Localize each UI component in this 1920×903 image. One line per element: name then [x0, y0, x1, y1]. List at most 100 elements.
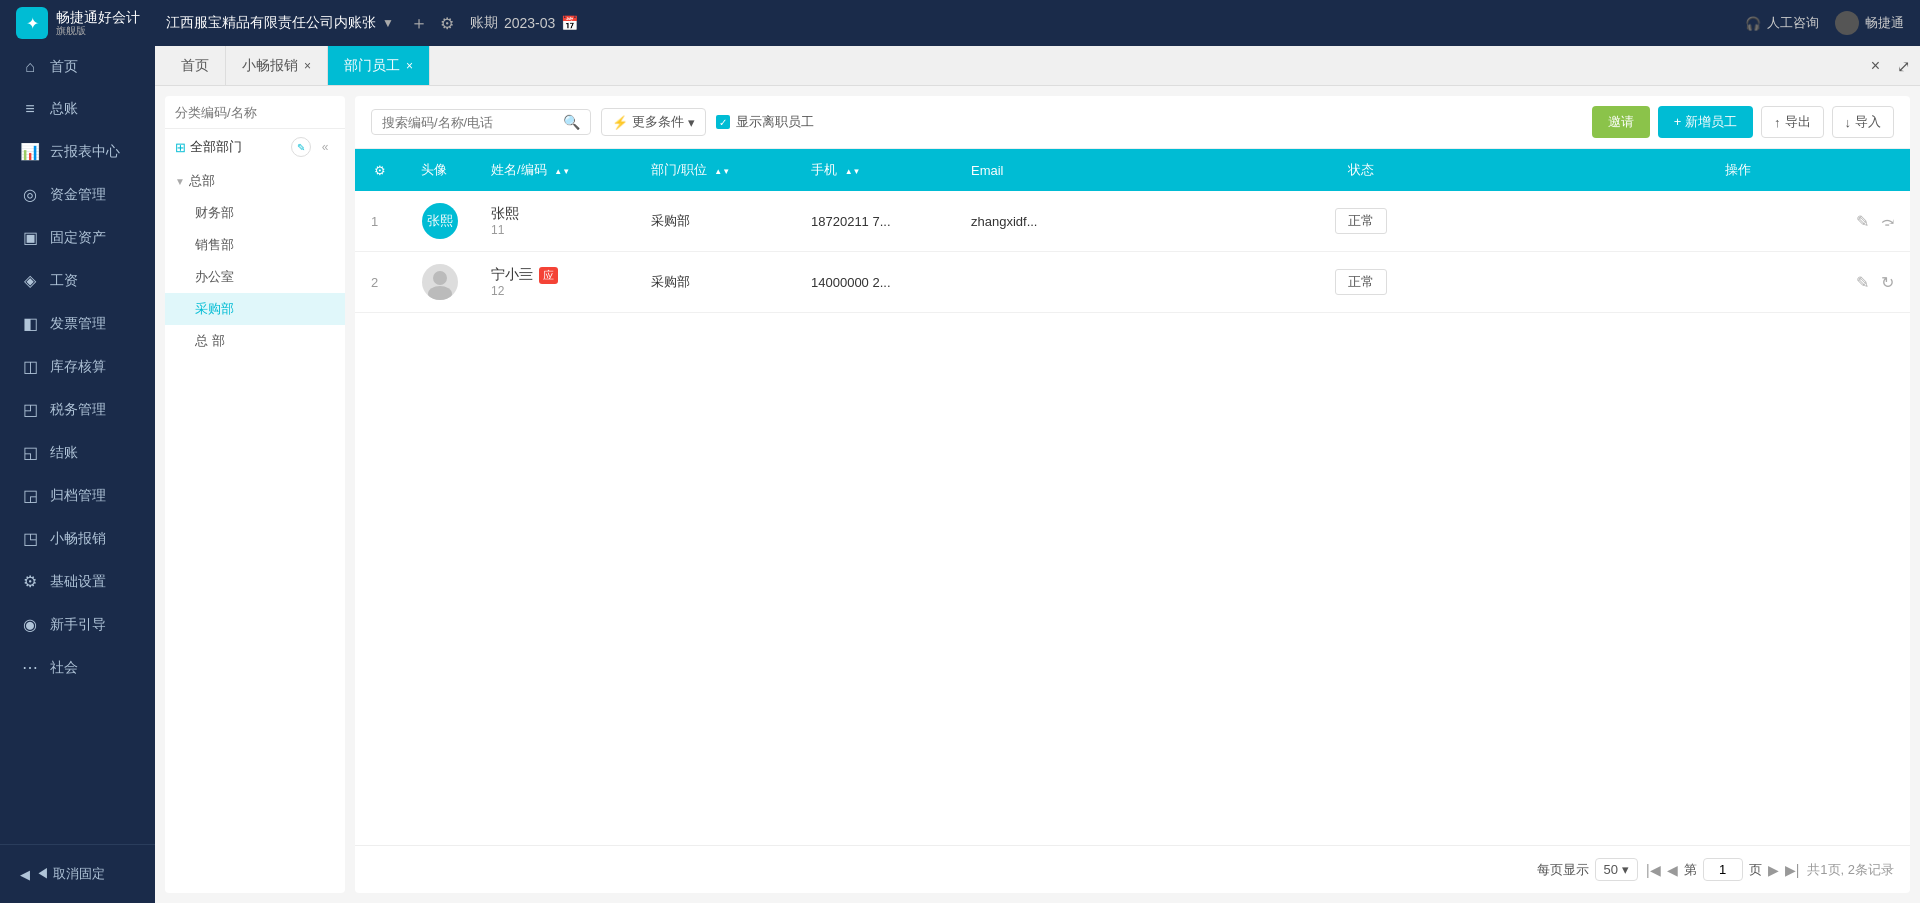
- sidebar-item-payroll[interactable]: ◈ 工资: [0, 259, 155, 302]
- row2-edit-icon[interactable]: ✎: [1856, 273, 1869, 292]
- sidebar-label-invoice: 发票管理: [50, 315, 106, 333]
- row2-actions-group: ✎ ↻: [1583, 273, 1894, 292]
- per-page-label: 每页显示: [1537, 861, 1589, 879]
- page-number-input[interactable]: [1703, 858, 1743, 881]
- col-dept[interactable]: 部门/职位 ▲▼: [635, 149, 795, 191]
- col-settings[interactable]: ⚙: [355, 149, 405, 191]
- next-page-btn[interactable]: ▶: [1768, 862, 1779, 878]
- import-label: 导入: [1855, 113, 1881, 131]
- company-selector[interactable]: 江西服宝精品有限责任公司内账张 ▼: [166, 14, 394, 32]
- dept-node-xiaoshou[interactable]: 销售部: [165, 229, 345, 261]
- dept-tree: ▼ 总部 财务部 销售部 办公室 采购部: [165, 165, 345, 365]
- last-page-btn[interactable]: ▶|: [1785, 862, 1800, 878]
- first-page-btn[interactable]: |◀: [1646, 862, 1661, 878]
- sidebar-item-expense[interactable]: ◳ 小畅报销: [0, 517, 155, 560]
- more-icon: ⋯: [20, 658, 40, 677]
- dept-search-input[interactable]: [175, 105, 343, 120]
- filter-icon: ⚡: [612, 115, 628, 130]
- sidebar-item-tax[interactable]: ◰ 税务管理: [0, 388, 155, 431]
- sidebar-item-invoice[interactable]: ◧ 发票管理: [0, 302, 155, 345]
- sidebar-label-tax: 税务管理: [50, 401, 106, 419]
- prev-page-btn[interactable]: ◀: [1667, 862, 1678, 878]
- svg-point-1: [428, 286, 452, 300]
- ledger-icon: ≡: [20, 100, 40, 118]
- invite-button[interactable]: 邀请: [1592, 106, 1650, 138]
- col-name[interactable]: 姓名/编码 ▲▼: [475, 149, 635, 191]
- dept-collapse-btn[interactable]: «: [315, 137, 335, 157]
- row1-name-group: 张熙 11: [491, 205, 619, 237]
- per-page-dropdown[interactable]: 50 ▾: [1595, 858, 1638, 881]
- table-row: 1 张熙 张熙 11 采购部: [355, 191, 1910, 252]
- sidebar-label-checkout: 结账: [50, 444, 78, 462]
- sidebar-item-archive[interactable]: ◲ 归档管理: [0, 474, 155, 517]
- show-resign-toggle[interactable]: ✓ 显示离职员工: [716, 113, 814, 131]
- all-dept-label: 全部部门: [190, 138, 242, 156]
- employee-search-icon[interactable]: 🔍: [563, 114, 580, 130]
- dept-edit-btn[interactable]: ✎: [291, 137, 311, 157]
- employee-search-input[interactable]: [382, 115, 557, 130]
- window-close-button[interactable]: ×: [1871, 57, 1880, 75]
- row1-logout-icon[interactable]: ⤼: [1881, 212, 1894, 231]
- topbar: ✦ 畅捷通好会计 旗舰版 江西服宝精品有限责任公司内账张 ▼ ＋ ⚙ 账期 20…: [0, 0, 1920, 46]
- row1-num: 1: [355, 191, 405, 252]
- support-button[interactable]: 🎧 人工咨询: [1745, 14, 1819, 32]
- sidebar-item-checkout[interactable]: ◱ 结账: [0, 431, 155, 474]
- logo-text-group: 畅捷通好会计 旗舰版: [56, 9, 140, 38]
- table-header: ⚙ 头像 姓名/编码 ▲▼ 部门/职位 ▲▼: [355, 149, 1910, 191]
- sidebar-item-reports[interactable]: 📊 云报表中心: [0, 130, 155, 173]
- sidebar-item-settings[interactable]: ⚙ 基础设置: [0, 560, 155, 603]
- export-label: 导出: [1785, 113, 1811, 131]
- sidebar-item-fixed-assets[interactable]: ▣ 固定资产: [0, 216, 155, 259]
- sidebar-item-more[interactable]: ⋯ 社会: [0, 646, 155, 689]
- row1-edit-icon[interactable]: ✎: [1856, 212, 1869, 231]
- more-filter-button[interactable]: ⚡ 更多条件 ▾: [601, 108, 706, 136]
- settings-icon[interactable]: ⚙: [440, 14, 454, 33]
- row2-status: 正常: [1155, 252, 1567, 313]
- dept-label-bangong: 办公室: [195, 269, 234, 284]
- sidebar-item-general-ledger[interactable]: ≡ 总账: [0, 88, 155, 130]
- col-phone[interactable]: 手机 ▲▼: [795, 149, 955, 191]
- tax-icon: ◰: [20, 400, 40, 419]
- row2-refresh-icon[interactable]: ↻: [1881, 273, 1894, 292]
- app-sub: 旗舰版: [56, 25, 140, 37]
- add-account-button[interactable]: ＋: [410, 11, 428, 35]
- app-name: 畅捷通好会计: [56, 9, 140, 26]
- tab-expense[interactable]: 小畅报销 ×: [226, 46, 328, 85]
- inventory-icon: ◫: [20, 357, 40, 376]
- col-email: Email: [955, 149, 1155, 191]
- sidebar-item-home[interactable]: ⌂ 首页: [0, 46, 155, 88]
- sidebar: ⌂ 首页 ≡ 总账 📊 云报表中心 ◎ 资金管理 ▣ 固定资产 ◈ 工资 ◧ 发…: [0, 46, 155, 903]
- calendar-icon[interactable]: 📅: [561, 15, 578, 31]
- dept-node-bangong[interactable]: 办公室: [165, 261, 345, 293]
- dept-node-caiwu[interactable]: 财务部: [165, 197, 345, 229]
- dept-node-caigou[interactable]: 采购部: [165, 293, 345, 325]
- expense-icon: ◳: [20, 529, 40, 548]
- tab-expense-close[interactable]: ×: [304, 59, 311, 73]
- cancel-pin-icon: ◀: [20, 867, 30, 882]
- tab-dept-employee-close[interactable]: ×: [406, 59, 413, 73]
- sidebar-item-capital[interactable]: ◎ 资金管理: [0, 173, 155, 216]
- filter-label: 更多条件: [632, 113, 684, 131]
- tab-dept-employee[interactable]: 部门员工 ×: [328, 46, 430, 85]
- settings-gear-icon: ⚙: [20, 572, 40, 591]
- user-menu[interactable]: 畅捷通: [1835, 11, 1904, 35]
- page-nav: |◀ ◀ 第 页 ▶ ▶|: [1646, 858, 1799, 881]
- all-dept-header[interactable]: ⊞ 全部部门 ✎ «: [165, 129, 345, 165]
- dept-label-zongbu: 总部: [189, 172, 215, 190]
- show-resign-checkbox[interactable]: ✓: [716, 115, 730, 129]
- sidebar-item-guide[interactable]: ◉ 新手引导: [0, 603, 155, 646]
- sidebar-item-inventory[interactable]: ◫ 库存核算: [0, 345, 155, 388]
- employee-toolbar: 🔍 ⚡ 更多条件 ▾ ✓ 显示离职员工 邀请 + 新增员工: [355, 96, 1910, 149]
- row2-email: [955, 252, 1155, 313]
- add-employee-button[interactable]: + 新增员工: [1658, 106, 1753, 138]
- dept-sort-arrows: ▲▼: [714, 167, 730, 176]
- page-label: 页: [1749, 861, 1762, 879]
- window-expand-button[interactable]: ⤢: [1897, 56, 1910, 75]
- export-button[interactable]: ↑ 导出: [1761, 106, 1824, 138]
- import-button[interactable]: ↓ 导入: [1832, 106, 1895, 138]
- sidebar-label-guide: 新手引导: [50, 616, 106, 634]
- tab-home[interactable]: 首页: [165, 46, 226, 85]
- dept-node-zongbu[interactable]: ▼ 总部: [165, 165, 345, 197]
- cancel-pin-button[interactable]: ◀ ◀ 取消固定: [0, 855, 155, 893]
- dept-node-zong[interactable]: 总 部: [165, 325, 345, 357]
